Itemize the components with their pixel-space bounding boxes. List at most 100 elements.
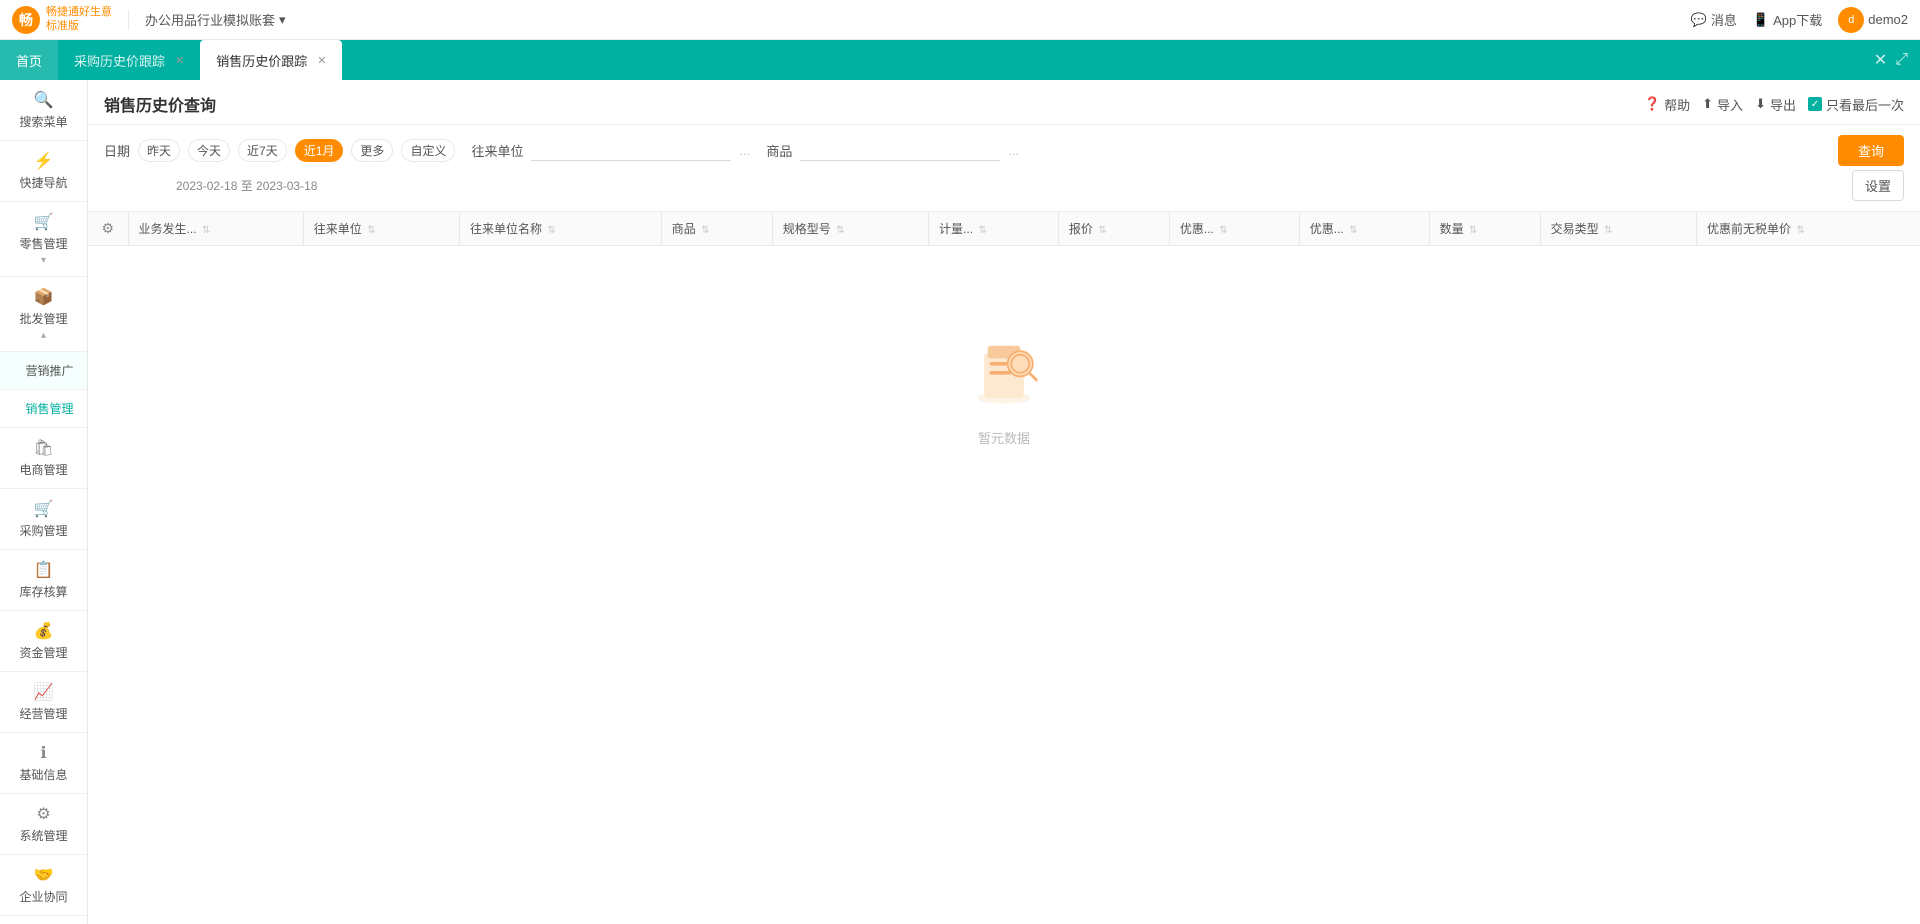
table-settings-icon[interactable]: ⚙ [101,220,114,236]
content-area: 销售历史价查询 ❓ 帮助 ⬆ 导入 ⬇ 导出 ✓ 只看最后一次 [88,80,1920,924]
column-unit[interactable]: 计量... ⇅ [929,212,1059,246]
filter-area: 日期 昨天 今天 近7天 近1月 更多 自定义 往来单位 ... 商品 ... [88,125,1920,212]
expand-btn[interactable]: ⤢ [1895,51,1908,69]
tab-purchase-history-close[interactable]: ✕ [175,54,184,67]
more-btn[interactable]: 更多 [351,139,393,162]
sidebar: 🔍 搜索菜单 ⚡ 快捷导航 🛒 零售管理 ▾ 📦 批发管理 ▴ 营销推广 销售管… [0,80,88,924]
arrow-icon: ▾ [41,255,46,266]
user-menu[interactable]: d demo2 [1838,7,1908,33]
ops-icon: 📈 [34,682,54,702]
tab-bar: 首页 采购历史价跟踪 ✕ 销售历史价跟踪 ✕ ✕ ⤢ [0,40,1920,80]
message-icon: 💬 [1691,12,1707,28]
column-transaction-type[interactable]: 交易类型 ⇅ [1540,212,1696,246]
tab-home[interactable]: 首页 [0,40,58,80]
date-range-display: 2023-02-18 至 2023-03-18 [176,177,317,194]
sort-icon: ⇅ [1796,225,1804,236]
sort-icon: ⇅ [1098,225,1106,236]
search-icon: 🔍 [34,90,54,110]
checkbox-indicator: ✓ [1808,97,1822,111]
column-counterparty-name[interactable]: 往来单位名称 ⇅ [460,212,662,246]
last1month-btn[interactable]: 近1月 [295,139,344,162]
sales-history-table: ⚙ 业务发生... ⇅ 往来单位 ⇅ 往来单位名称 ⇅ [88,212,1920,246]
avatar: d [1838,7,1864,33]
sort-icon: ⇅ [978,225,986,236]
settings-button[interactable]: 设置 [1852,170,1904,201]
quick-nav-icon: ⚡ [34,151,54,171]
counterparty-picker-btn[interactable]: ... [739,143,750,158]
sort-icon: ⇅ [547,225,555,236]
only-last-checkbox[interactable]: ✓ 只看最后一次 [1808,95,1904,114]
arrow-up-icon: ▴ [41,330,46,341]
sort-icon: ⇅ [1349,225,1357,236]
today-btn[interactable]: 今天 [188,139,230,162]
top-bar-left: 畅 畅捷通好生意 标准版 办公用品行业模拟账套 ▾ [12,6,286,34]
product-filter-group: 商品 ... [766,141,1019,161]
ecommerce-icon: 🛍 [33,438,53,458]
query-button[interactable]: 查询 [1838,135,1904,166]
column-quoted-price[interactable]: 报价 ⇅ [1058,212,1169,246]
sidebar-item-wholesale-mgmt[interactable]: 📦 批发管理 ▴ [0,277,87,352]
tab-purchase-history[interactable]: 采购历史价跟踪 ✕ [58,40,200,80]
last7days-btn[interactable]: 近7天 [238,139,287,162]
logo-icon: 畅 [12,6,40,34]
sort-icon: ⇅ [367,225,375,236]
sidebar-item-system-mgmt[interactable]: ⚙ 系统管理 [0,794,87,855]
help-btn[interactable]: ❓ 帮助 [1644,95,1690,114]
empty-illustration [959,326,1049,416]
counterparty-input[interactable] [531,141,731,161]
filter-row-2: 2023-02-18 至 2023-03-18 设置 [104,170,1904,201]
product-input[interactable] [800,141,1000,161]
export-icon: ⬇ [1755,96,1766,112]
sidebar-item-sales-mgmt[interactable]: 销售管理 [0,390,87,428]
column-quantity[interactable]: 数量 ⇅ [1429,212,1540,246]
table-container: ⚙ 业务发生... ⇅ 往来单位 ⇅ 往来单位名称 ⇅ [88,212,1920,924]
sidebar-item-purchase-mgmt[interactable]: 🛒 采购管理 [0,489,87,550]
sort-icon: ⇅ [836,225,844,236]
import-btn[interactable]: ⬆ 导入 [1702,95,1743,114]
column-discount2[interactable]: 优惠... ⇅ [1299,212,1429,246]
product-picker-btn[interactable]: ... [1008,143,1019,158]
custom-btn[interactable]: 自定义 [401,139,455,162]
collab-icon: 🤝 [34,865,54,885]
inventory-icon: 📋 [34,560,54,580]
sidebar-item-inventory-check[interactable]: 📋 库存核算 [0,550,87,611]
column-settings[interactable]: ⚙ [88,212,128,246]
sidebar-item-retail-mgmt[interactable]: 🛒 零售管理 ▾ [0,202,87,277]
logo-text: 畅捷通好生意 标准版 [46,6,112,32]
app-download-btn[interactable]: 📱 App下载 [1753,10,1822,29]
purchase-icon: 🛒 [34,499,54,519]
column-discount1[interactable]: 优惠... ⇅ [1169,212,1299,246]
column-spec[interactable]: 规格型号 ⇅ [772,212,928,246]
sidebar-item-enterprise-collab[interactable]: 🤝 企业协同 [0,855,87,916]
retail-icon: 🛒 [34,212,54,232]
export-btn[interactable]: ⬇ 导出 [1755,95,1796,114]
column-product[interactable]: 商品 ⇅ [661,212,772,246]
message-btn[interactable]: 💬 消息 [1691,10,1737,29]
empty-text: 暂元数据 [978,428,1030,447]
sidebar-item-ops-mgmt[interactable]: 📈 经营管理 [0,672,87,733]
date-filter-group: 日期 昨天 今天 近7天 近1月 更多 自定义 [104,139,455,162]
sidebar-item-finance-mgmt[interactable]: 💰 资金管理 [0,611,87,672]
top-bar-divider [128,10,129,30]
sort-icon: ⇅ [701,225,709,236]
sidebar-item-quick-nav[interactable]: ⚡ 快捷导航 [0,141,87,202]
tab-sales-history[interactable]: 销售历史价跟踪 ✕ [200,40,342,80]
sidebar-item-sales-promo[interactable]: 营销推广 [0,352,87,390]
column-pre-discount-price[interactable]: 优惠前无税单价 ⇅ [1696,212,1920,246]
main-layout: 🔍 搜索菜单 ⚡ 快捷导航 🛒 零售管理 ▾ 📦 批发管理 ▴ 营销推广 销售管… [0,80,1920,924]
yesterday-btn[interactable]: 昨天 [138,139,180,162]
sort-icon: ⇅ [202,225,210,236]
sidebar-item-new-guide[interactable]: 🎯 新手引导 [0,916,87,924]
sidebar-item-basic-info[interactable]: ℹ 基础信息 [0,733,87,794]
logo-area: 畅 畅捷通好生意 标准版 [12,6,112,34]
sidebar-item-search-menu[interactable]: 🔍 搜索菜单 [0,80,87,141]
column-counterparty[interactable]: 往来单位 ⇅ [303,212,459,246]
sidebar-item-ecommerce-mgmt[interactable]: 🛍 电商管理 [0,428,87,489]
top-bar-right: 💬 消息 📱 App下载 d demo2 [1691,7,1908,33]
close-all-tabs-btn[interactable]: ✕ [1874,50,1887,70]
phone-icon: 📱 [1753,12,1769,28]
column-business-date[interactable]: 业务发生... ⇅ [128,212,303,246]
sort-icon: ⇅ [1604,225,1612,236]
workspace-selector[interactable]: 办公用品行业模拟账套 ▾ [145,10,286,29]
tab-sales-history-close[interactable]: ✕ [317,54,326,67]
